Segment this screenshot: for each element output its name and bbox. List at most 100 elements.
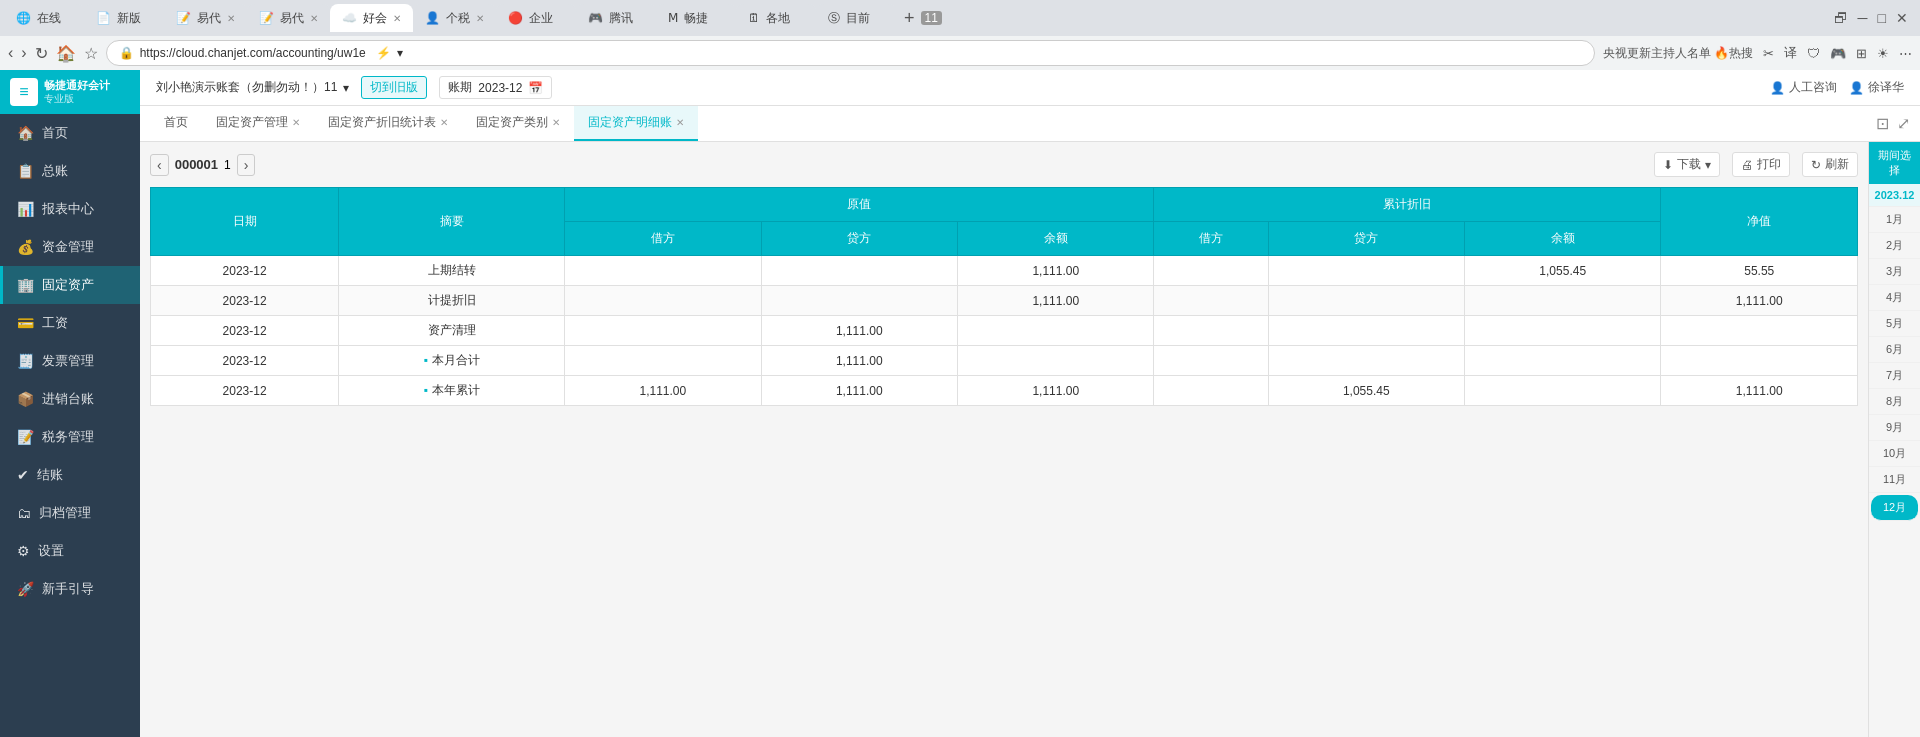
- browser-tab-yidai1[interactable]: 📝 易代 ✕: [164, 4, 247, 32]
- tab-asset-detail-ledger[interactable]: 固定资产明细账 ✕: [574, 106, 698, 141]
- translate-icon[interactable]: 译: [1784, 44, 1797, 62]
- support-button[interactable]: 👤 人工咨询: [1770, 79, 1837, 96]
- brightness-icon[interactable]: ☀: [1877, 46, 1889, 61]
- tab-fixed-assets-mgmt[interactable]: 固定资产管理 ✕: [202, 106, 314, 141]
- sidebar-item-tax[interactable]: 📝 税务管理: [0, 418, 140, 456]
- cell-date: 2023-12: [151, 376, 339, 406]
- url-text: https://cloud.chanjet.com/accounting/uw1…: [140, 46, 366, 60]
- home-button[interactable]: 🏠: [56, 44, 76, 63]
- sidebar-item-purchase[interactable]: 📦 进销台账: [0, 380, 140, 418]
- tab-close-icon[interactable]: ✕: [552, 117, 560, 128]
- period-item-10[interactable]: 10月: [1869, 441, 1920, 467]
- tab-close-icon[interactable]: ✕: [676, 117, 684, 128]
- next-page-button[interactable]: ›: [237, 154, 256, 176]
- collapse-button[interactable]: ⊡: [1876, 114, 1889, 133]
- period-item-9[interactable]: 9月: [1869, 415, 1920, 441]
- bookmark-button[interactable]: ☆: [84, 44, 98, 63]
- support-label: 人工咨询: [1789, 79, 1837, 96]
- restore-window-icon[interactable]: 🗗: [1834, 10, 1848, 26]
- browser-tab-gedi[interactable]: 🗓 各地: [736, 4, 816, 32]
- grid-icon[interactable]: ⊞: [1856, 46, 1867, 61]
- cell-net-value: 1,111.00: [1661, 376, 1858, 406]
- user-button[interactable]: 👤 徐译华: [1849, 79, 1904, 96]
- cell-summary: 计提折旧: [339, 286, 565, 316]
- cell-accum-balance: [1465, 316, 1661, 346]
- prev-page-button[interactable]: ‹: [150, 154, 169, 176]
- expand-button[interactable]: ⤢: [1897, 114, 1910, 133]
- refresh-icon: ↻: [1811, 158, 1821, 172]
- print-button[interactable]: 🖨 打印: [1732, 152, 1790, 177]
- cell-date: 2023-12: [151, 346, 339, 376]
- tab-close-icon[interactable]: ✕: [393, 13, 401, 24]
- period-item-1[interactable]: 1月: [1869, 207, 1920, 233]
- period-label: 账期: [448, 79, 472, 96]
- period-item-4[interactable]: 4月: [1869, 285, 1920, 311]
- browser-tab-geshui[interactable]: 👤 个税 ✕: [413, 4, 496, 32]
- cell-accum-debit: [1154, 376, 1268, 406]
- browser-tab-online[interactable]: 🌐 在线: [4, 4, 84, 32]
- address-bar[interactable]: 🔒 https://cloud.chanjet.com/accounting/u…: [106, 40, 1595, 66]
- sidebar-item-archive[interactable]: 🗂 归档管理: [0, 494, 140, 532]
- browser-tab-haohui[interactable]: ☁️ 好会 ✕: [330, 4, 413, 32]
- sidebar-item-close[interactable]: ✔ 结账: [0, 456, 140, 494]
- shield-icon[interactable]: 🛡: [1807, 46, 1820, 61]
- sidebar-item-settings[interactable]: ⚙ 设置: [0, 532, 140, 570]
- th-orig-debit: 借方: [565, 222, 761, 256]
- tab-close-icon[interactable]: ✕: [476, 13, 484, 24]
- tab-asset-category[interactable]: 固定资产类别 ✕: [462, 106, 574, 141]
- period-item-3[interactable]: 3月: [1869, 259, 1920, 285]
- sidebar-item-fixed-assets[interactable]: 🏢 固定资产: [0, 266, 140, 304]
- sidebar-item-ledger[interactable]: 📋 总账: [0, 152, 140, 190]
- cell-orig-debit: [565, 256, 761, 286]
- tab-depreciation-stats[interactable]: 固定资产折旧统计表 ✕: [314, 106, 462, 141]
- refresh-button[interactable]: ↻: [35, 44, 48, 63]
- browser-tab-qiye[interactable]: 🔴 企业: [496, 4, 576, 32]
- period-header-label: 期间选择: [1873, 148, 1916, 178]
- maximize-icon[interactable]: □: [1878, 10, 1886, 26]
- tab-close-icon[interactable]: ✕: [292, 117, 300, 128]
- tab-close-icon[interactable]: ✕: [440, 117, 448, 128]
- download-button[interactable]: ⬇ 下载 ▾: [1654, 152, 1720, 177]
- browser-tab-tengxun[interactable]: 🎮 腾讯: [576, 4, 656, 32]
- period-item-year[interactable]: 2023.12: [1869, 184, 1920, 207]
- browser-tab-new[interactable]: 📄 新版: [84, 4, 164, 32]
- refresh-ledger-button[interactable]: ↻ 刷新: [1802, 152, 1858, 177]
- cell-orig-balance: [958, 316, 1154, 346]
- sidebar-item-salary[interactable]: 💳 工资: [0, 304, 140, 342]
- th-orig-balance: 余额: [958, 222, 1154, 256]
- browser-tab-muqian[interactable]: Ⓢ 目前: [816, 4, 896, 32]
- switch-version-button[interactable]: 切到旧版: [361, 76, 427, 99]
- sidebar-item-home[interactable]: 🏠 首页: [0, 114, 140, 152]
- company-selector[interactable]: 刘小艳演示账套（勿删勿动！）11 ▾: [156, 79, 349, 96]
- minimize-icon[interactable]: ─: [1858, 10, 1868, 26]
- period-selector[interactable]: 账期 2023-12 📅: [439, 76, 552, 99]
- sidebar-item-guide[interactable]: 🚀 新手引导: [0, 570, 140, 608]
- forward-button[interactable]: ›: [21, 44, 26, 62]
- th-accum-credit: 贷方: [1268, 222, 1464, 256]
- period-item-11[interactable]: 11月: [1869, 467, 1920, 493]
- settings-nav-icon: ⚙: [17, 543, 30, 559]
- settings-icon[interactable]: ⋯: [1899, 46, 1912, 61]
- back-button[interactable]: ‹: [8, 44, 13, 62]
- tab-close-icon[interactable]: ✕: [310, 13, 318, 24]
- browser-tab-changjie[interactable]: Ⅿ 畅捷: [656, 4, 736, 32]
- th-accum-balance: 余额: [1465, 222, 1661, 256]
- game-icon[interactable]: 🎮: [1830, 46, 1846, 61]
- expand-icon: ▾: [397, 46, 403, 60]
- period-item-6[interactable]: 6月: [1869, 337, 1920, 363]
- tab-icon: 📝: [259, 11, 274, 25]
- sidebar-item-funds[interactable]: 💰 资金管理: [0, 228, 140, 266]
- close-window-icon[interactable]: ✕: [1896, 10, 1908, 26]
- period-item-7[interactable]: 7月: [1869, 363, 1920, 389]
- cut-icon[interactable]: ✂: [1763, 46, 1774, 61]
- new-tab-button[interactable]: +: [904, 8, 915, 29]
- sidebar-item-invoice[interactable]: 🧾 发票管理: [0, 342, 140, 380]
- tab-close-icon[interactable]: ✕: [227, 13, 235, 24]
- period-item-2[interactable]: 2月: [1869, 233, 1920, 259]
- period-item-5[interactable]: 5月: [1869, 311, 1920, 337]
- sidebar-item-reports[interactable]: 📊 报表中心: [0, 190, 140, 228]
- browser-tab-yidai2[interactable]: 📝 易代 ✕: [247, 4, 330, 32]
- period-item-12[interactable]: 12月: [1871, 495, 1918, 521]
- period-item-8[interactable]: 8月: [1869, 389, 1920, 415]
- tab-home[interactable]: 首页: [150, 106, 202, 141]
